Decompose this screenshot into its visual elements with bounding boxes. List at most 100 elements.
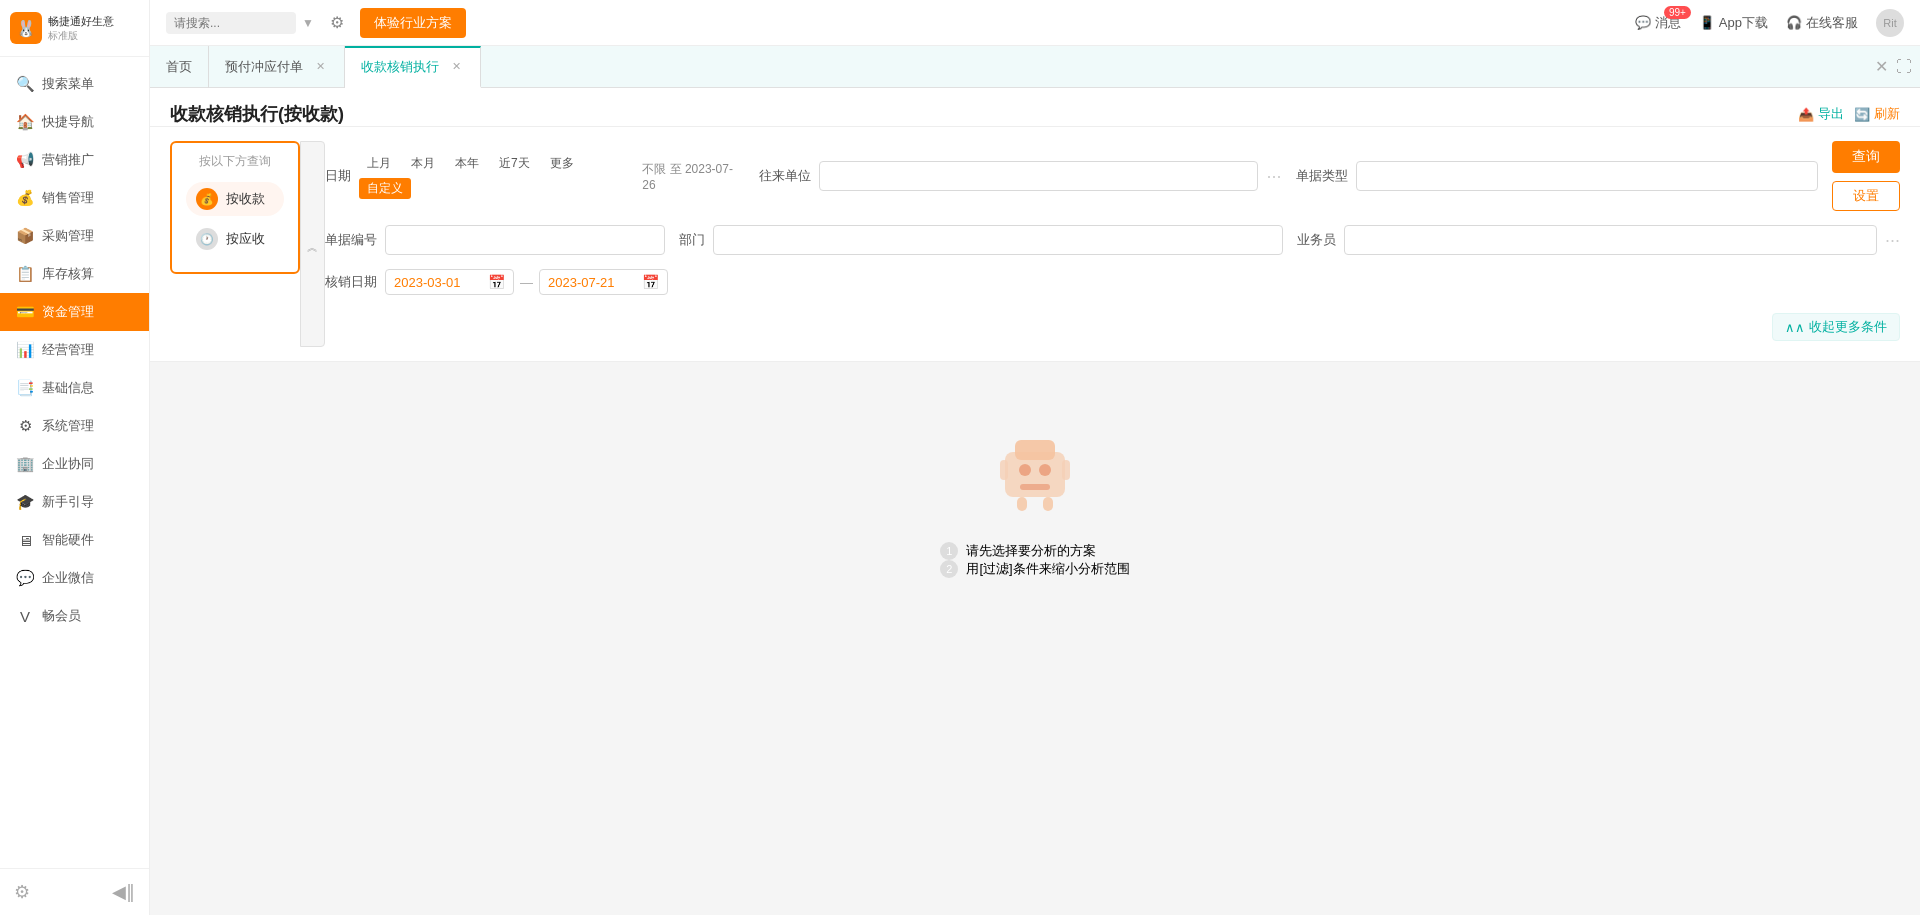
collapse-bar: ∧∧ 收起更多条件: [325, 309, 1900, 347]
topbar: ▼ ⚙ 体验行业方案 💬 消息 99+ 📱 App下载 🎧 在线客服 Rit: [150, 0, 1920, 46]
filter-group-dept: 部门: [679, 225, 1283, 255]
salesperson-dots[interactable]: ···: [1885, 230, 1900, 251]
sidebar-logo: 🐰 畅捷通好生意 标准版: [0, 0, 149, 57]
tab-collection-close[interactable]: ✕: [449, 59, 464, 74]
tab-fullscreen-icon[interactable]: ⛶: [1896, 58, 1912, 76]
date-chips: 上月 本月 本年 近7天 更多 自定义: [359, 153, 634, 199]
page-title: 收款核销执行(按收款): [170, 102, 344, 126]
sidebar-item-guide[interactable]: 🎓 新手引导: [0, 483, 149, 521]
verify-date-label: 核销日期: [325, 273, 377, 291]
topbar-right: 💬 消息 99+ 📱 App下载 🎧 在线客服 Rit: [1635, 9, 1904, 37]
empty-robot-illustration: [985, 422, 1085, 522]
sidebar-item-marketing[interactable]: 📢 营销推广: [0, 141, 149, 179]
gear-setting-icon[interactable]: ⚙: [330, 13, 344, 32]
tab-prepay-close[interactable]: ✕: [313, 59, 328, 74]
sidebar-item-purchase[interactable]: 📦 采购管理: [0, 217, 149, 255]
tab-home[interactable]: 首页: [150, 46, 209, 88]
user-avatar[interactable]: Rit: [1876, 9, 1904, 37]
logo-icon: 🐰: [10, 12, 42, 44]
search-icon: 🔍: [16, 75, 34, 93]
settings-icon[interactable]: ⚙: [14, 881, 30, 903]
tab-prepay[interactable]: 预付冲应付单 ✕: [209, 46, 345, 88]
online-service-btn[interactable]: 🎧 在线客服: [1786, 14, 1858, 32]
filter-group-salesperson: 业务员 ···: [1297, 225, 1901, 255]
message-icon: 💬: [1635, 15, 1651, 30]
date-chip-last-month[interactable]: 上月: [359, 153, 399, 174]
filter-right: 日期 上月 本月 本年 近7天 更多 自定义 不限 至 2023-07-26: [325, 141, 1900, 347]
date-chip-this-year[interactable]: 本年: [447, 153, 487, 174]
sidebar-item-basics[interactable]: 📑 基础信息: [0, 369, 149, 407]
filter-row-2: 单据编号 部门 业务员 ···: [325, 225, 1900, 255]
verify-date-start-input[interactable]: [394, 275, 484, 290]
filter-panel-collapse-btn[interactable]: 《: [300, 141, 325, 347]
brand-search-input[interactable]: [166, 12, 296, 34]
verify-date-start-wrap[interactable]: 📅: [385, 269, 514, 295]
collapse-sidebar-btn[interactable]: ◀‖: [112, 881, 135, 903]
refresh-icon: 🔄: [1854, 107, 1870, 122]
sidebar-item-search[interactable]: 🔍 搜索菜单: [0, 65, 149, 103]
sidebar-item-hardware[interactable]: 🖥 智能硬件: [0, 521, 149, 559]
sidebar-nav: 🔍 搜索菜单 🏠 快捷导航 📢 营销推广 💰 销售管理 📦 采购管理 📋 库存核…: [0, 57, 149, 868]
calendar-end-icon[interactable]: 📅: [642, 274, 659, 290]
message-btn[interactable]: 💬 消息 99+: [1635, 14, 1681, 32]
service-icon: 🎧: [1786, 15, 1802, 30]
counterpart-dots[interactable]: ···: [1266, 166, 1281, 187]
content-area: 收款核销执行(按收款) 📤 导出 🔄 刷新 按以下方查询 💰: [150, 88, 1920, 915]
doc-type-select[interactable]: [1356, 161, 1819, 191]
receivable-icon: 🕐: [196, 228, 218, 250]
svg-rect-4: [1020, 484, 1050, 490]
sidebar-item-member[interactable]: V 畅会员: [0, 597, 149, 635]
date-chip-this-month[interactable]: 本月: [403, 153, 443, 174]
salesperson-label: 业务员: [1297, 231, 1336, 249]
sidebar-item-system[interactable]: ⚙ 系统管理: [0, 407, 149, 445]
message-badge: 99+: [1664, 6, 1691, 19]
setting-button[interactable]: 设置: [1832, 181, 1900, 211]
verify-date-range: 📅 — 📅: [385, 269, 668, 295]
verify-date-end-input[interactable]: [548, 275, 638, 290]
svg-rect-7: [1017, 497, 1027, 511]
export-button[interactable]: 📤 导出: [1798, 105, 1844, 123]
app-download-btn[interactable]: 📱 App下载: [1699, 14, 1768, 32]
guide-icon: 🎓: [16, 493, 34, 511]
filter-inner: 按以下方查询 💰 按收款 🕐 按应收 《: [150, 127, 1920, 361]
dept-label: 部门: [679, 231, 705, 249]
query-button[interactable]: 查询: [1832, 141, 1900, 173]
tab-close-all-icon[interactable]: ✕: [1875, 57, 1888, 76]
empty-tip-1: 1 请先选择要分析的方案: [940, 542, 1129, 560]
date-chip-more[interactable]: 更多: [542, 153, 582, 174]
sidebar-item-capital[interactable]: 💳 资金管理: [0, 293, 149, 331]
calendar-start-icon[interactable]: 📅: [488, 274, 505, 290]
filter-option-by-receivable[interactable]: 🕐 按应收: [186, 222, 284, 256]
brand-dropdown-icon[interactable]: ▼: [302, 16, 314, 30]
collapse-more-btn[interactable]: ∧∧ 收起更多条件: [1772, 313, 1900, 341]
dept-select[interactable]: [713, 225, 1283, 255]
verify-date-end-wrap[interactable]: 📅: [539, 269, 668, 295]
filter-option-by-collection[interactable]: 💰 按收款: [186, 182, 284, 216]
solution-button[interactable]: 体验行业方案: [360, 8, 466, 38]
filter-section: 按以下方查询 💰 按收款 🕐 按应收 《: [150, 127, 1920, 362]
counterpart-label: 往来单位: [759, 167, 811, 185]
sidebar-item-sales[interactable]: 💰 销售管理: [0, 179, 149, 217]
page-header-row: 收款核销执行(按收款) 📤 导出 🔄 刷新: [150, 88, 1920, 127]
tab-bar: 首页 预付冲应付单 ✕ 收款核销执行 ✕ ✕ ⛶: [150, 46, 1920, 88]
date-chip-7days[interactable]: 近7天: [491, 153, 538, 174]
query-btn-wrap: 查询 设置: [1832, 141, 1900, 211]
wechat-icon: 💬: [16, 569, 34, 587]
filter-group-verify-date: 核销日期 📅 — 📅: [325, 269, 1900, 295]
sidebar-item-enterprise[interactable]: 🏢 企业协同: [0, 445, 149, 483]
sidebar-item-operation[interactable]: 📊 经营管理: [0, 331, 149, 369]
sidebar-item-shortcut[interactable]: 🏠 快捷导航: [0, 103, 149, 141]
refresh-button[interactable]: 🔄 刷新: [1854, 105, 1900, 123]
svg-rect-8: [1043, 497, 1053, 511]
date-chip-custom[interactable]: 自定义: [359, 178, 411, 199]
filter-group-doc-type: 单据类型: [1296, 161, 1819, 191]
sidebar-item-inventory[interactable]: 📋 库存核算: [0, 255, 149, 293]
counterpart-input[interactable]: [819, 161, 1258, 191]
sidebar-item-wechat[interactable]: 💬 企业微信: [0, 559, 149, 597]
tab-collection[interactable]: 收款核销执行 ✕: [345, 46, 481, 88]
sidebar: 🐰 畅捷通好生意 标准版 🔍 搜索菜单 🏠 快捷导航 📢 营销推广 💰 销售管理…: [0, 0, 150, 915]
tab-bar-right: ✕ ⛶: [1875, 57, 1920, 76]
salesperson-input[interactable]: [1344, 225, 1877, 255]
main-area: ▼ ⚙ 体验行业方案 💬 消息 99+ 📱 App下载 🎧 在线客服 Rit: [150, 0, 1920, 915]
doc-no-input[interactable]: [385, 225, 665, 255]
